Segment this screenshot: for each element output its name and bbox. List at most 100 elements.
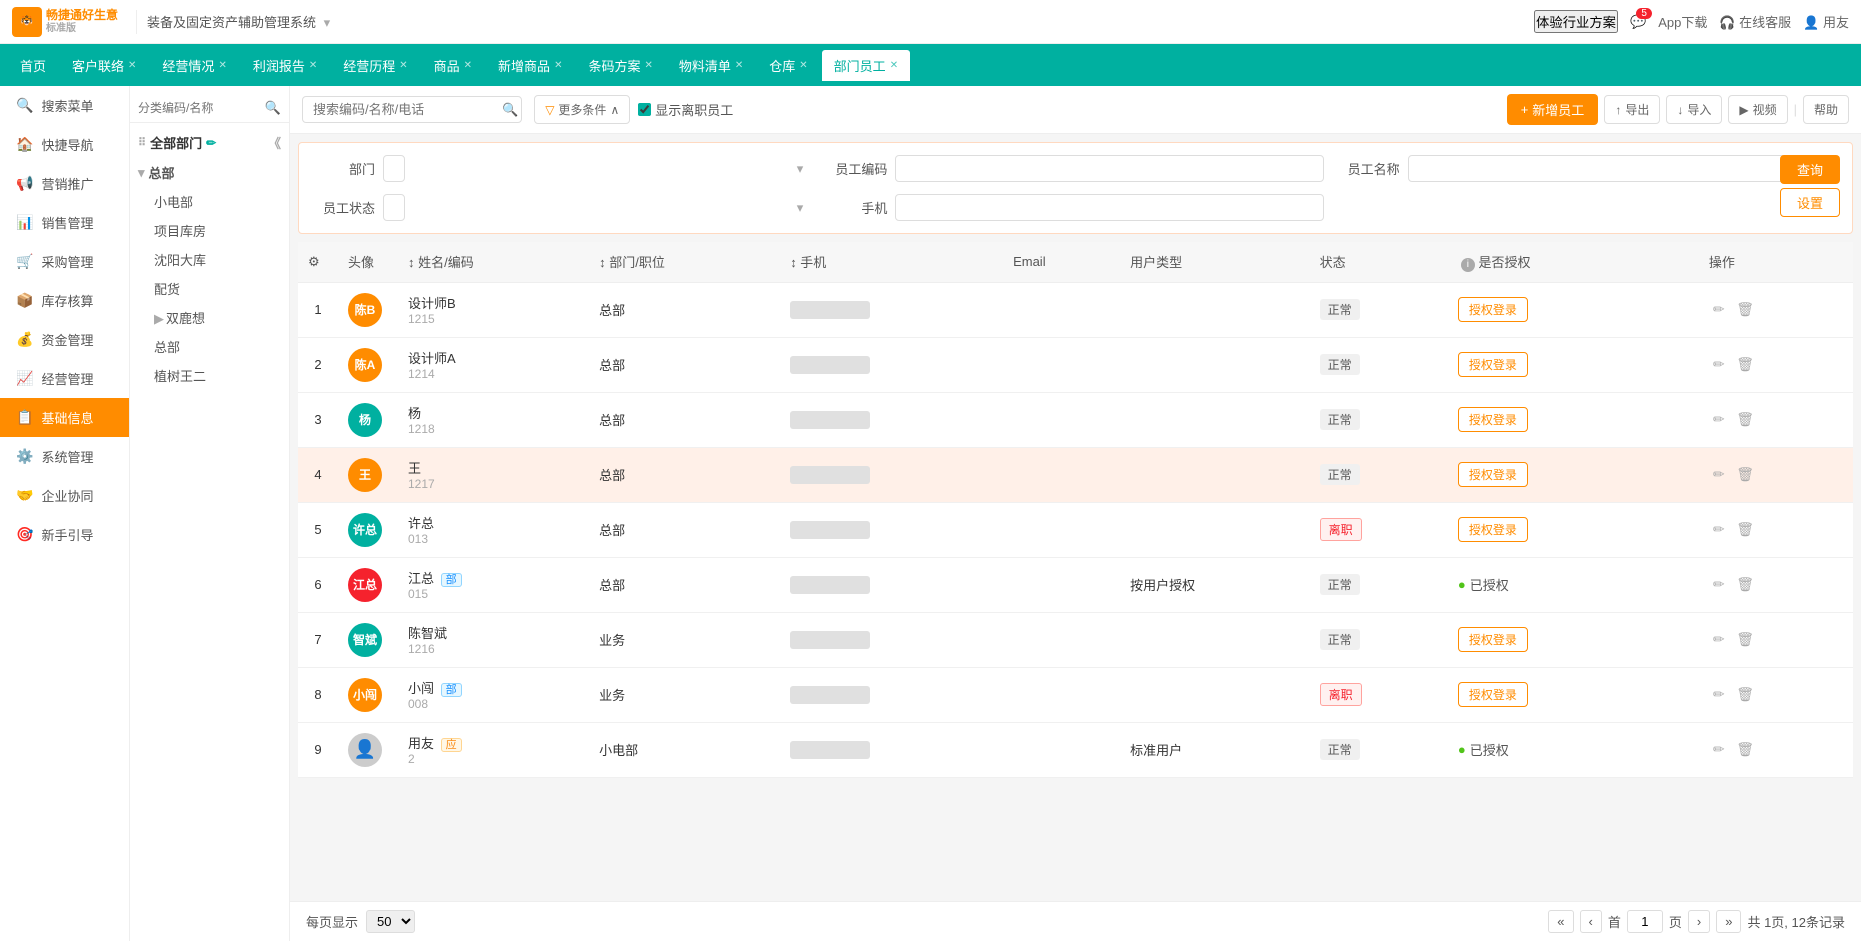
sidebar-item-search[interactable]: 🔍搜索菜单 [0, 86, 129, 125]
tree-child-shenyang[interactable]: 沈阳大库 [130, 245, 289, 274]
tab-add-goods[interactable]: 新增商品 ✕ [486, 50, 574, 81]
close-icon[interactable]: ✕ [309, 60, 317, 71]
close-icon[interactable]: ✕ [128, 60, 136, 71]
sidebar-item-sales[interactable]: 📊销售管理 [0, 203, 129, 242]
trial-btn[interactable]: 体验行业方案 [1534, 10, 1618, 33]
tab-history[interactable]: 经营历程 ✕ [331, 50, 419, 81]
tree-collapse-icon[interactable]: 《 [268, 133, 281, 152]
edit-btn[interactable]: ✏ [1709, 519, 1729, 540]
edit-btn[interactable]: ✏ [1709, 464, 1729, 485]
add-employee-btn[interactable]: + 新增员工 [1507, 94, 1599, 125]
show-resigned-checkbox[interactable]: 显示离职员工 [638, 100, 733, 119]
video-btn[interactable]: ▶ 视频 [1728, 95, 1787, 124]
delete-btn[interactable]: 🗑 [1732, 574, 1758, 595]
sidebar-item-nav[interactable]: 🏠快捷导航 [0, 125, 129, 164]
delete-btn[interactable]: 🗑 [1732, 354, 1758, 375]
th-dept[interactable]: ↕ 部门/职位 [589, 242, 780, 282]
edit-btn[interactable]: ✏ [1709, 739, 1729, 760]
close-icon[interactable]: ✕ [218, 60, 226, 71]
delete-btn[interactable]: 🗑 [1732, 299, 1758, 320]
tree-child-shuanglu[interactable]: ▶双鹿想 [130, 303, 289, 332]
edit-btn[interactable]: ✏ [1709, 574, 1729, 595]
tab-home[interactable]: 首页 [8, 50, 58, 81]
help-btn[interactable]: 帮助 [1803, 95, 1849, 124]
delete-btn[interactable]: 🗑 [1732, 739, 1758, 760]
first-page-btn[interactable]: « [1548, 910, 1573, 933]
tree-all-dept[interactable]: 全部部门 [150, 133, 202, 152]
sidebar-item-system[interactable]: ⚙️系统管理 [0, 437, 129, 476]
tree-child-xiaodian[interactable]: 小电部 [130, 187, 289, 216]
close-icon[interactable]: ✕ [399, 60, 407, 71]
sidebar-item-biz[interactable]: 📈经营管理 [0, 359, 129, 398]
th-phone[interactable]: ↕ 手机 [780, 242, 1003, 282]
close-icon[interactable]: ✕ [464, 60, 472, 71]
sidebar-item-marketing[interactable]: 📢营销推广 [0, 164, 129, 203]
tab-customer[interactable]: 客户联络 ✕ [60, 50, 148, 81]
prev-page-btn[interactable]: ‹ [1580, 910, 1602, 933]
phone-input[interactable] [895, 194, 1323, 221]
more-filter-btn[interactable]: ▽ 更多条件 ∧ [534, 95, 630, 124]
tab-warehouse[interactable]: 仓库 ✕ [757, 50, 819, 81]
emp-name-input[interactable] [1408, 155, 1836, 182]
sidebar-item-finance[interactable]: 💰资金管理 [0, 320, 129, 359]
sidebar-item-guide[interactable]: 🎯新手引导 [0, 515, 129, 554]
emp-code-input[interactable] [895, 155, 1323, 182]
tab-ops[interactable]: 经营情况 ✕ [150, 50, 238, 81]
tab-bom[interactable]: 物料清单 ✕ [667, 50, 755, 81]
th-settings[interactable]: ⚙ [298, 242, 338, 282]
auth-login-btn[interactable]: 授权登录 [1458, 627, 1528, 652]
edit-btn[interactable]: ✏ [1709, 299, 1729, 320]
sidebar-item-inventory[interactable]: 📦库存核算 [0, 281, 129, 320]
next-page-btn[interactable]: › [1688, 910, 1710, 933]
auth-login-btn[interactable]: 授权登录 [1458, 682, 1528, 707]
edit-btn[interactable]: ✏ [1709, 354, 1729, 375]
tree-child-peihuo[interactable]: 配货 [130, 274, 289, 303]
th-name[interactable]: ↕ 姓名/编码 [398, 242, 589, 282]
tree-child-zongbu2[interactable]: 总部 [130, 332, 289, 361]
delete-btn[interactable]: 🗑 [1732, 519, 1758, 540]
status-select[interactable] [383, 194, 405, 221]
tab-goods[interactable]: 商品 ✕ [422, 50, 484, 81]
edit-btn[interactable]: ✏ [1709, 409, 1729, 430]
notification[interactable]: 💬 5 [1630, 14, 1646, 30]
close-icon[interactable]: ✕ [890, 60, 898, 71]
sidebar-item-basic[interactable]: 📋基础信息 [0, 398, 129, 437]
tree-child-xiangmu[interactable]: 项目库房 [130, 216, 289, 245]
tab-staff[interactable]: 部门员工 ✕ [822, 50, 910, 81]
tab-barcode[interactable]: 条码方案 ✕ [576, 50, 664, 81]
per-page-select[interactable]: 50 [366, 910, 415, 933]
title-dropdown[interactable]: ▾ [324, 15, 331, 30]
auth-login-btn[interactable]: 授权登录 [1458, 297, 1528, 322]
tree-edit-icon[interactable]: ✏ [206, 136, 216, 150]
tree-child-zhishu[interactable]: 植树王二 [130, 361, 289, 390]
close-icon[interactable]: ✕ [644, 60, 652, 71]
sidebar-item-collab[interactable]: 🤝企业协同 [0, 476, 129, 515]
delete-btn[interactable]: 🗑 [1732, 409, 1758, 430]
set-btn[interactable]: 设置 [1780, 188, 1840, 217]
search-input[interactable] [302, 96, 522, 123]
search-icon[interactable]: 🔍 [502, 102, 518, 118]
app-download[interactable]: App下载 [1658, 12, 1707, 31]
tab-profit[interactable]: 利润报告 ✕ [241, 50, 329, 81]
tree-node-zongbu[interactable]: ▾总部 [130, 158, 289, 187]
page-number-input[interactable] [1627, 910, 1663, 933]
last-page-btn[interactable]: » [1716, 910, 1741, 933]
close-icon[interactable]: ✕ [735, 60, 743, 71]
auth-login-btn[interactable]: 授权登录 [1458, 462, 1528, 487]
auth-login-btn[interactable]: 授权登录 [1458, 407, 1528, 432]
user-avatar[interactable]: 👤 用友 [1803, 12, 1849, 31]
delete-btn[interactable]: 🗑 [1732, 684, 1758, 705]
auth-login-btn[interactable]: 授权登录 [1458, 352, 1528, 377]
delete-btn[interactable]: 🗑 [1732, 629, 1758, 650]
dept-select[interactable] [383, 155, 405, 182]
delete-btn[interactable]: 🗑 [1732, 464, 1758, 485]
auth-login-btn[interactable]: 授权登录 [1458, 517, 1528, 542]
query-btn[interactable]: 查询 [1780, 155, 1840, 184]
edit-btn[interactable]: ✏ [1709, 629, 1729, 650]
export-btn[interactable]: ↑ 导出 [1604, 95, 1660, 124]
edit-btn[interactable]: ✏ [1709, 684, 1729, 705]
sidebar-item-purchase[interactable]: 🛒采购管理 [0, 242, 129, 281]
close-icon[interactable]: ✕ [799, 60, 807, 71]
import-btn[interactable]: ↓ 导入 [1666, 95, 1722, 124]
close-icon[interactable]: ✕ [554, 60, 562, 71]
